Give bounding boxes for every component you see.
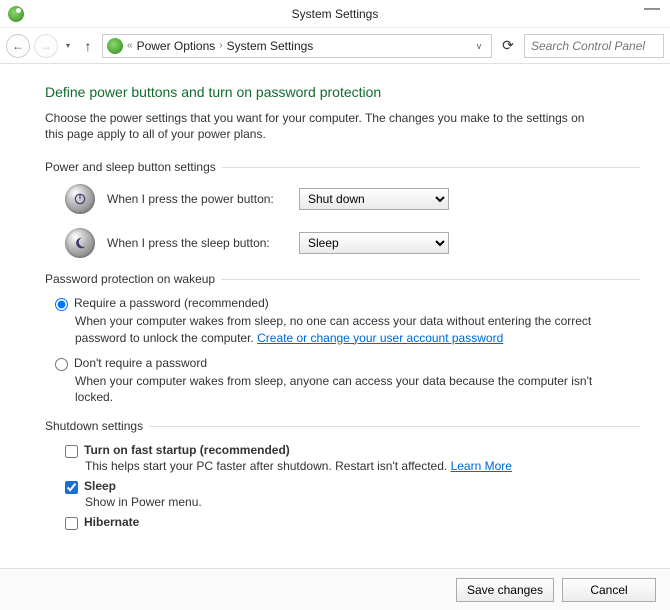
forward-button[interactable]: →	[34, 34, 58, 58]
breadcrumb-dropdown-icon[interactable]: v	[471, 41, 487, 51]
breadcrumb-sep-icon: ›	[219, 40, 222, 51]
nav-bar: ← → ▾ ↑ « Power Options › System Setting…	[0, 28, 670, 64]
power-glyph-icon	[73, 192, 87, 206]
control-panel-icon	[107, 38, 123, 54]
link-change-password[interactable]: Create or change your user account passw…	[257, 331, 503, 345]
check-fast-startup-label: Turn on fast startup (recommended)	[84, 443, 290, 457]
search-input[interactable]	[524, 34, 664, 58]
radio-require-password[interactable]: Require a password (recommended)	[55, 296, 640, 311]
up-button[interactable]: ↑	[78, 36, 98, 56]
moon-icon	[73, 236, 87, 250]
link-learn-more[interactable]: Learn More	[451, 459, 512, 473]
radio-no-password-label: Don't require a password	[74, 356, 207, 370]
section-shutdown: Shutdown settings	[45, 419, 640, 433]
radio-group-password: Require a password (recommended) When yo…	[55, 296, 640, 405]
history-dropdown[interactable]: ▾	[62, 34, 74, 58]
check-hibernate-input[interactable]	[65, 517, 78, 530]
breadcrumb-sep-icon: «	[127, 40, 133, 51]
shutdown-options: Turn on fast startup (recommended) This …	[65, 443, 640, 530]
divider	[221, 279, 640, 280]
divider	[222, 167, 640, 168]
page-intro: Choose the power settings that you want …	[45, 110, 605, 142]
check-sleep-label: Sleep	[84, 479, 116, 493]
refresh-button[interactable]: ⟳	[496, 34, 520, 58]
radio-no-password-input[interactable]	[55, 358, 68, 371]
check-sleep-input[interactable]	[65, 481, 78, 494]
section-power-sleep: Power and sleep button settings	[45, 160, 640, 174]
check-sleep-desc: Show in Power menu.	[85, 495, 640, 509]
radio-require-password-input[interactable]	[55, 298, 68, 311]
breadcrumb[interactable]: « Power Options › System Settings v	[102, 34, 492, 58]
check-fast-startup[interactable]: Turn on fast startup (recommended)	[65, 443, 640, 458]
power-icon	[65, 184, 95, 214]
breadcrumb-power-options[interactable]: Power Options	[137, 39, 216, 53]
sleep-button-select[interactable]: Sleep	[299, 232, 449, 254]
save-button[interactable]: Save changes	[456, 578, 554, 602]
back-button[interactable]: ←	[6, 34, 30, 58]
page-heading: Define power buttons and turn on passwor…	[45, 84, 640, 100]
sleep-button-label: When I press the sleep button:	[107, 236, 287, 250]
section-label-text: Power and sleep button settings	[45, 160, 216, 174]
power-button-label: When I press the power button:	[107, 192, 287, 206]
radio-no-password-desc: When your computer wakes from sleep, any…	[75, 373, 605, 405]
check-fast-startup-input[interactable]	[65, 445, 78, 458]
section-label-text: Shutdown settings	[45, 419, 143, 433]
row-sleep-button: When I press the sleep button: Sleep	[65, 228, 640, 258]
minimize-button[interactable]: —	[642, 4, 662, 24]
section-password: Password protection on wakeup	[45, 272, 640, 286]
cancel-button[interactable]: Cancel	[562, 578, 656, 602]
radio-no-password[interactable]: Don't require a password	[55, 356, 640, 371]
check-hibernate[interactable]: Hibernate	[65, 515, 640, 530]
breadcrumb-system-settings[interactable]: System Settings	[227, 39, 314, 53]
footer: Save changes Cancel	[0, 568, 670, 610]
divider	[149, 426, 640, 427]
sleep-icon	[65, 228, 95, 258]
radio-require-password-label: Require a password (recommended)	[74, 296, 269, 310]
app-icon	[8, 6, 24, 22]
section-label-text: Password protection on wakeup	[45, 272, 215, 286]
check-sleep[interactable]: Sleep	[65, 479, 640, 494]
title-bar: System Settings —	[0, 0, 670, 28]
check-fast-startup-desc: This helps start your PC faster after sh…	[85, 459, 640, 473]
content-area: Define power buttons and turn on passwor…	[0, 64, 670, 564]
check-hibernate-label: Hibernate	[84, 515, 139, 529]
row-power-button: When I press the power button: Shut down	[65, 184, 640, 214]
radio-require-password-desc: When your computer wakes from sleep, no …	[75, 313, 605, 345]
window-title: System Settings	[0, 7, 670, 21]
power-button-select[interactable]: Shut down	[299, 188, 449, 210]
